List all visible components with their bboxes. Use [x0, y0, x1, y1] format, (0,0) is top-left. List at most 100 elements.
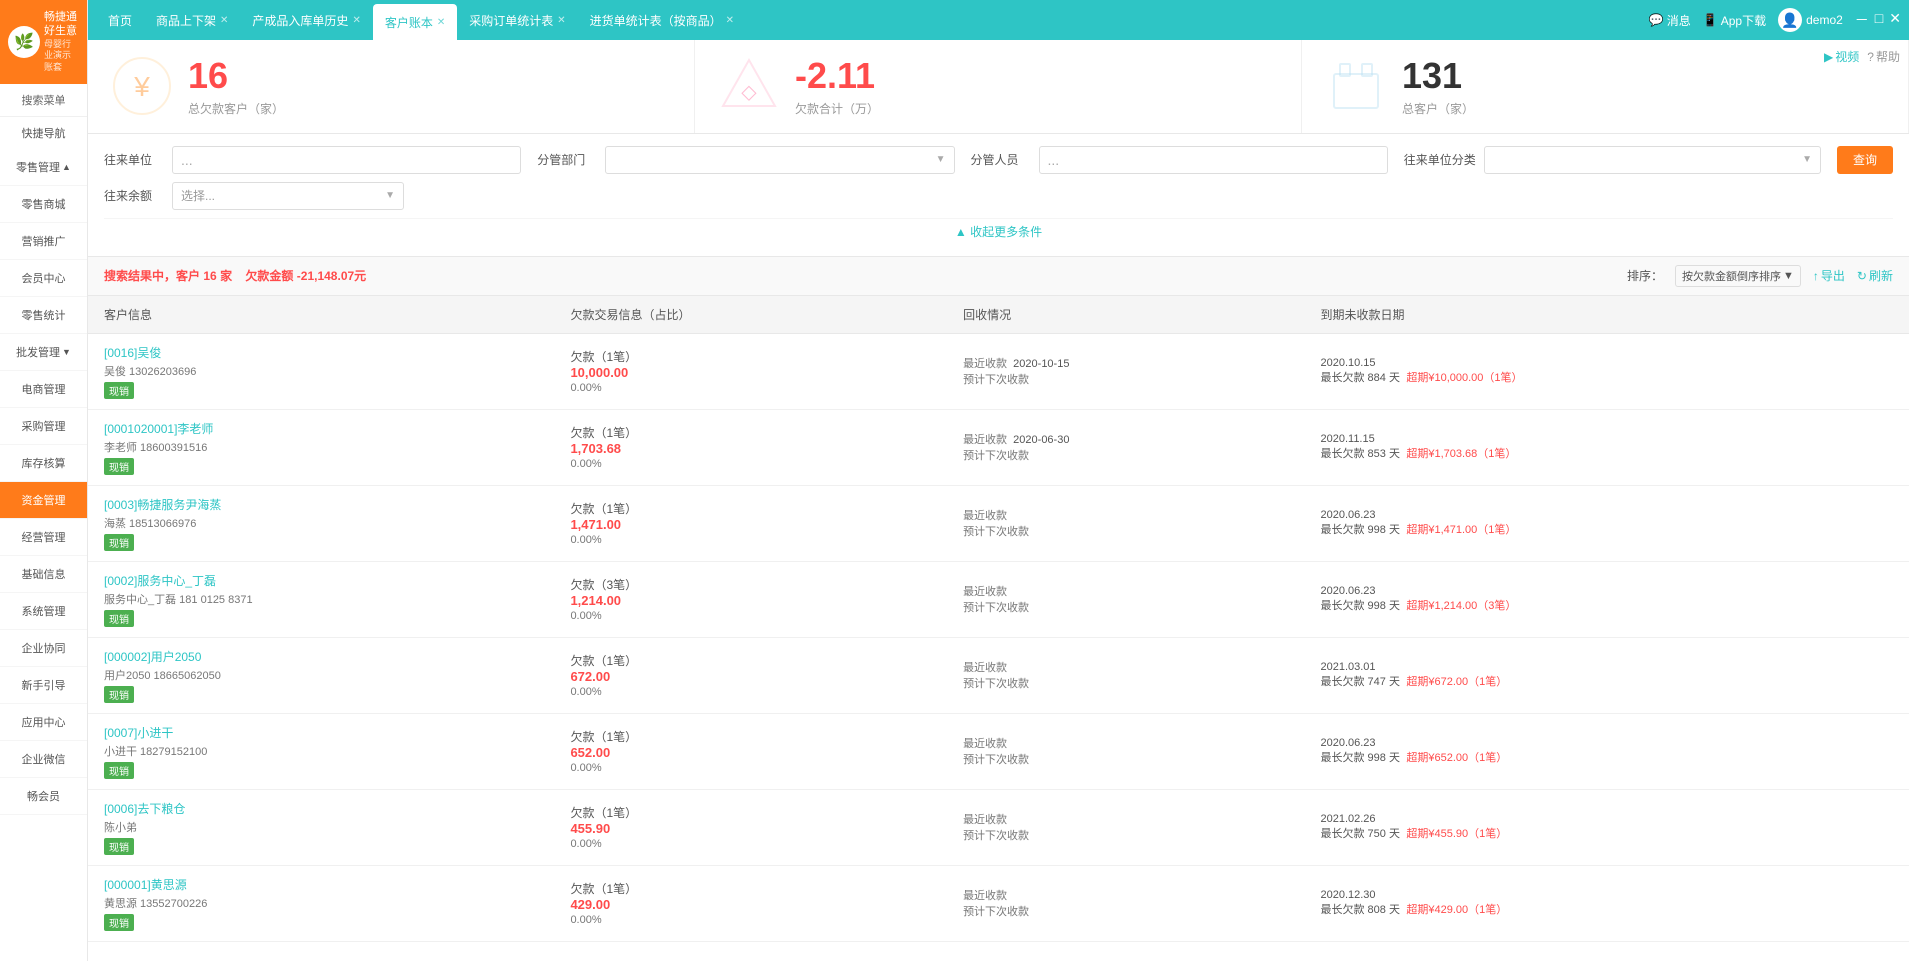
- sidebar-item-retail-mgmt[interactable]: 零售管理 ▲: [0, 149, 87, 186]
- customer-name-link-6[interactable]: [0006]去下粮仓: [104, 800, 538, 817]
- sidebar-item-guide[interactable]: 新手引导: [0, 667, 87, 704]
- sidebar-item-finance[interactable]: 资金管理: [0, 482, 87, 519]
- cell-owe-info-4: 欠款（1笔） 672.00 0.00%: [554, 637, 947, 713]
- collect-info-7: 最近收款: [963, 887, 1288, 903]
- customer-badge-5: 现销: [104, 762, 134, 779]
- table-row: [000001]黄思源 黄思源 13552700226 现销 欠款（1笔） 42…: [88, 865, 1909, 941]
- customer-name-link-7[interactable]: [000001]黄思源: [104, 876, 538, 893]
- overdue-amount-5[interactable]: 超期¥652.00（1笔）: [1406, 752, 1507, 764]
- export-icon: ↑: [1813, 269, 1819, 283]
- tab-close-purchase-stats[interactable]: ✕: [557, 15, 565, 26]
- cell-customer-info-0: [0016]吴俊 吴俊 13026203696 现销: [88, 333, 554, 409]
- tab-purchase-stats[interactable]: 采购订单统计表 ✕: [457, 0, 577, 40]
- next-collect-label-4: 预计下次收款: [963, 678, 1029, 690]
- overdue-amount-7[interactable]: 超期¥429.00（1笔）: [1406, 904, 1507, 916]
- from-unit-input[interactable]: ...: [172, 146, 521, 174]
- owe-percent-0: 0.00%: [570, 382, 601, 394]
- sidebar-item-base-info[interactable]: 基础信息: [0, 556, 87, 593]
- sort-select[interactable]: 按欠款金额倒序排序 ▼: [1675, 265, 1801, 287]
- cell-due-date-5: 2020.06.23 最长欠款 998 天 超期¥652.00（1笔）: [1304, 713, 1909, 789]
- message-btn[interactable]: 💬 消息: [1649, 12, 1691, 29]
- chevron-down-icon: ▲: [62, 162, 71, 172]
- last-collect-label-2: 最近收款: [963, 510, 1007, 522]
- sidebar-item-enterprise[interactable]: 企业协同: [0, 630, 87, 667]
- cell-owe-info-6: 欠款（1笔） 455.90 0.00%: [554, 789, 947, 865]
- tab-close-customer-account[interactable]: ✕: [437, 17, 445, 28]
- sidebar-item-sys-mgmt[interactable]: 系统管理: [0, 593, 87, 630]
- user-avatar[interactable]: 👤 demo2: [1778, 8, 1843, 32]
- overdue-amount-2[interactable]: 超期¥1,471.00（1笔）: [1406, 524, 1516, 536]
- sidebar-item-purchase[interactable]: 采购管理: [0, 408, 87, 445]
- sidebar-item-ecommerce[interactable]: 电商管理: [0, 371, 87, 408]
- sidebar-item-inventory[interactable]: 库存核算: [0, 445, 87, 482]
- refresh-btn[interactable]: ↻ 刷新: [1857, 267, 1893, 284]
- dept-select[interactable]: ▼: [605, 146, 954, 174]
- unit-type-select[interactable]: ▼: [1484, 146, 1821, 174]
- filter-label-balance: 往来余额: [104, 187, 164, 204]
- window-minimize-btn[interactable]: －: [1855, 10, 1869, 30]
- tab-home[interactable]: 首页: [96, 0, 144, 40]
- sidebar-search-menu[interactable]: 搜索菜单: [0, 84, 87, 117]
- next-collect-label-0: 预计下次收款: [963, 374, 1029, 386]
- filter-label-dept: 分管部门: [537, 151, 597, 168]
- customer-name-link-5[interactable]: [0007]小进干: [104, 724, 538, 741]
- customer-name-link-2[interactable]: [0003]畅捷服务尹海蒸: [104, 496, 538, 513]
- tab-customer-account[interactable]: 客户账本 ✕: [373, 4, 457, 40]
- sidebar-item-app-center[interactable]: 应用中心: [0, 704, 87, 741]
- window-maximize-btn[interactable]: □: [1875, 10, 1883, 30]
- overdue-amount-4[interactable]: 超期¥672.00（1笔）: [1406, 676, 1507, 688]
- next-collect-label-7: 预计下次收款: [963, 906, 1029, 918]
- window-close-btn[interactable]: ✕: [1889, 10, 1901, 30]
- next-collect-1: 预计下次收款: [963, 447, 1288, 463]
- tab-close-incoming-stats[interactable]: ✕: [726, 15, 734, 26]
- cell-due-date-0: 2020.10.15 最长欠款 884 天 超期¥10,000.00（1笔）: [1304, 333, 1909, 409]
- overdue-amount-6[interactable]: 超期¥455.90（1笔）: [1406, 828, 1507, 840]
- tab-close-production-history[interactable]: ✕: [352, 15, 360, 26]
- customer-name-link-4[interactable]: [000002]用户2050: [104, 648, 538, 665]
- owe-count-5: 欠款（1笔）: [570, 730, 637, 744]
- sidebar-logo: 🌿 畅捷通好生意 母婴行业演示账套: [0, 0, 87, 84]
- sidebar-item-member[interactable]: 会员中心: [0, 260, 87, 297]
- help-btn[interactable]: ? 帮助: [1867, 48, 1900, 65]
- sidebar-item-wechat[interactable]: 企业微信: [0, 741, 87, 778]
- customer-name-link-1[interactable]: [0001020001]李老师: [104, 420, 538, 437]
- export-btn[interactable]: ↑ 导出: [1813, 267, 1845, 284]
- person-input[interactable]: ...: [1039, 146, 1388, 174]
- customer-name-link-3[interactable]: [0002]服务中心_丁磊: [104, 572, 538, 589]
- sidebar-item-batch-mgmt[interactable]: 批发管理 ▼: [0, 334, 87, 371]
- overdue-amount-1[interactable]: 超期¥1,703.68（1笔）: [1406, 448, 1516, 460]
- stat-owe-total-number: -2.11: [795, 56, 879, 96]
- balance-select[interactable]: 选择... ▼: [172, 182, 404, 210]
- collect-info-1: 最近收款 2020-06-30: [963, 431, 1288, 447]
- next-collect-label-5: 预计下次收款: [963, 754, 1029, 766]
- cell-customer-info-1: [0001020001]李老师 李老师 18600391516 现销: [88, 409, 554, 485]
- tab-product-listing[interactable]: 商品上下架 ✕: [144, 0, 240, 40]
- cell-owe-info-7: 欠款（1笔） 429.00 0.00%: [554, 865, 947, 941]
- cell-customer-info-2: [0003]畅捷服务尹海蒸 海蒸 18513066976 现销: [88, 485, 554, 561]
- cell-collect-status-0: 最近收款 2020-10-15 预计下次收款: [947, 333, 1304, 409]
- cell-due-date-3: 2020.06.23 最长欠款 998 天 超期¥1,214.00（3笔）: [1304, 561, 1909, 637]
- last-collect-date-1: 2020-06-30: [1010, 434, 1069, 446]
- topbar: 首页 商品上下架 ✕ 产成品入库单历史 ✕ 客户账本 ✕ 采购订单统计表 ✕ 进…: [88, 0, 1909, 40]
- customer-owe-table: 客户信息 欠款交易信息（占比） 回收情况 到期未收款日期 [0016]吴俊 吴俊…: [88, 296, 1909, 942]
- sidebar-quick-nav[interactable]: 快捷导航: [0, 117, 87, 149]
- collapse-filter-bar[interactable]: ▲ 收起更多条件: [104, 218, 1893, 244]
- customer-badge-4: 现销: [104, 686, 134, 703]
- sidebar-item-biz-mgmt[interactable]: 经营管理: [0, 519, 87, 556]
- sidebar-item-marketing[interactable]: 营销推广: [0, 223, 87, 260]
- video-btn[interactable]: ▶ 视频: [1824, 48, 1859, 65]
- customer-name-link-0[interactable]: [0016]吴俊: [104, 344, 538, 361]
- tab-close-product-listing[interactable]: ✕: [220, 15, 228, 26]
- tab-incoming-stats[interactable]: 进货单统计表（按商品） ✕: [578, 0, 746, 40]
- tab-production-history[interactable]: 产成品入库单历史 ✕: [240, 0, 372, 40]
- app-download-btn[interactable]: 📱 App下载: [1703, 12, 1766, 29]
- search-button[interactable]: 查询: [1837, 146, 1893, 174]
- sidebar-item-vip[interactable]: 畅会员: [0, 778, 87, 815]
- overdue-amount-3[interactable]: 超期¥1,214.00（3笔）: [1406, 600, 1516, 612]
- sidebar-item-retail-stats[interactable]: 零售统计: [0, 297, 87, 334]
- main-content: 首页 商品上下架 ✕ 产成品入库单历史 ✕ 客户账本 ✕ 采购订单统计表 ✕ 进…: [88, 0, 1909, 961]
- sidebar-item-retail-mall[interactable]: 零售商城: [0, 186, 87, 223]
- cell-owe-info-1: 欠款（1笔） 1,703.68 0.00%: [554, 409, 947, 485]
- cell-due-date-4: 2021.03.01 最长欠款 747 天 超期¥672.00（1笔）: [1304, 637, 1909, 713]
- overdue-amount-0[interactable]: 超期¥10,000.00（1笔）: [1406, 372, 1522, 384]
